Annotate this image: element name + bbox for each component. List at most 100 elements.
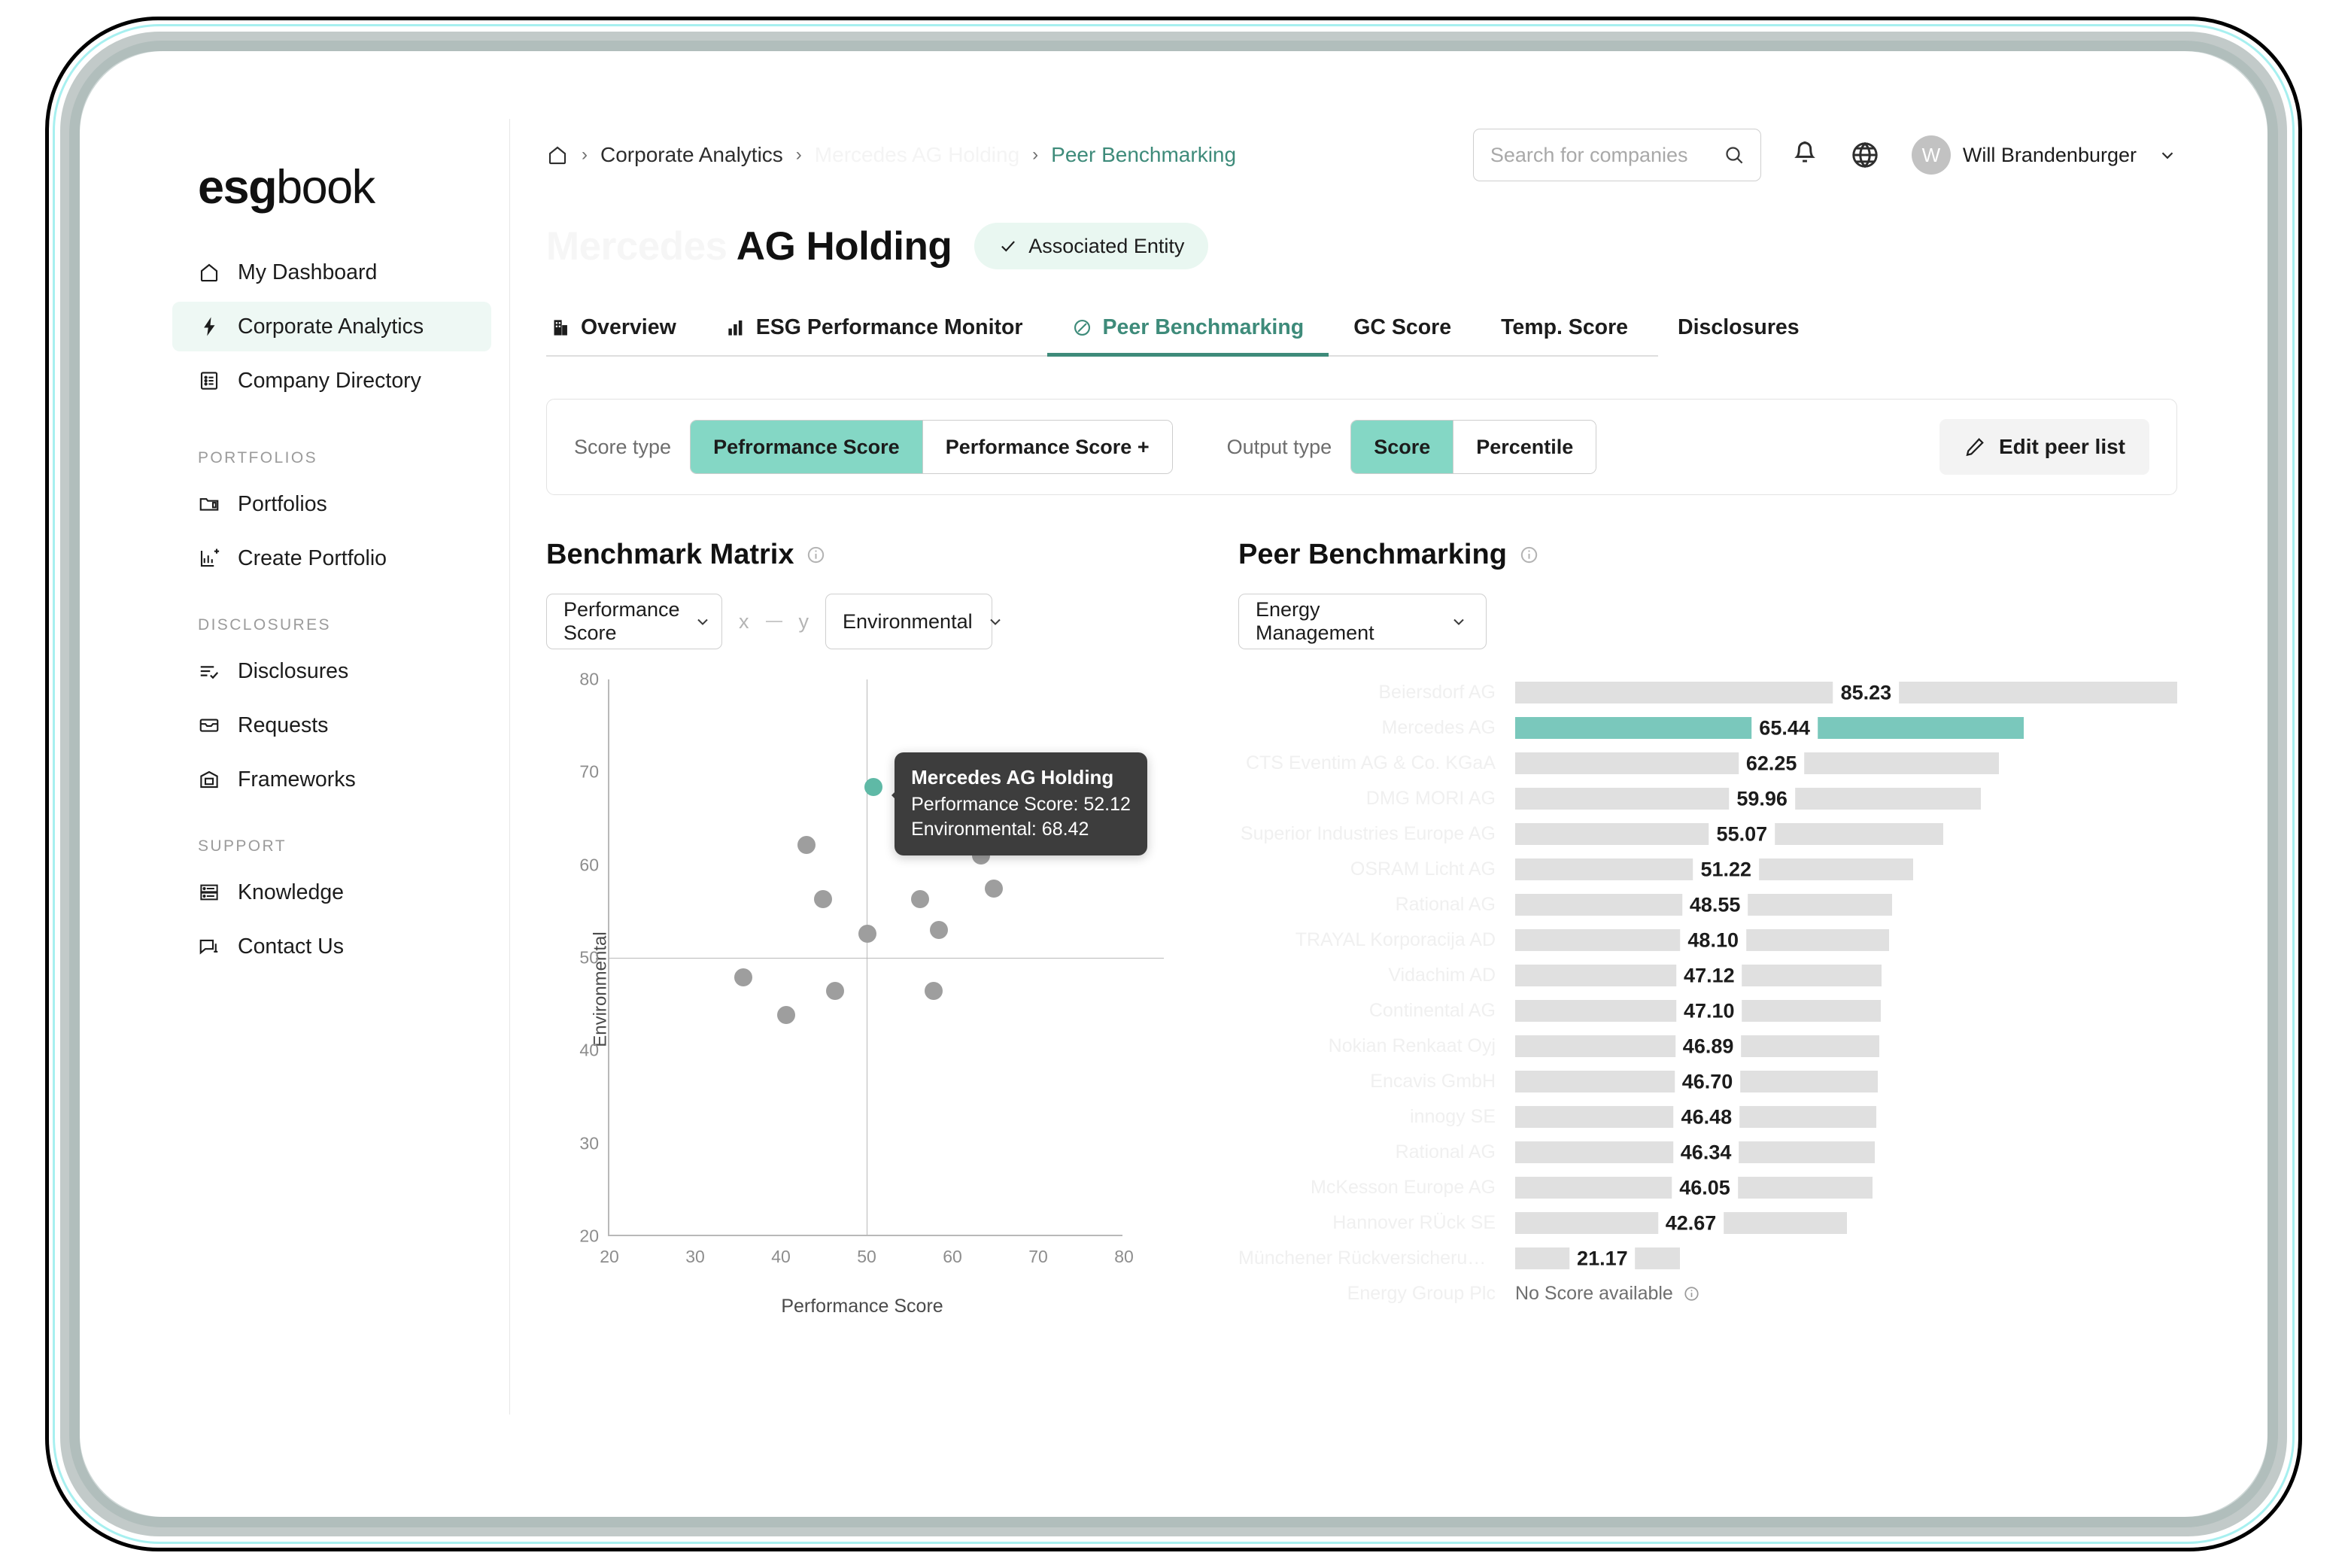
edit-peer-list-button[interactable]: Edit peer list — [1939, 419, 2149, 475]
scatter-point[interactable] — [734, 968, 752, 986]
output-type-option-percentile[interactable]: Percentile — [1453, 421, 1596, 473]
main-area: › Corporate Analytics › Mercedes AG Hold… — [510, 119, 2212, 1415]
peer-bar-row[interactable]: Vidachim AD 47.12 — [1238, 958, 2177, 993]
peer-bar-value: 47.10 — [1675, 999, 1742, 1023]
scatter-point[interactable] — [924, 982, 943, 1001]
scatter-x-tick: 70 — [1028, 1247, 1048, 1266]
peer-bar-name: Superior Industries Europe AG — [1240, 823, 1496, 844]
sidebar-item-portfolios[interactable]: Portfolios — [172, 479, 491, 529]
avatar[interactable]: W — [1911, 135, 1951, 175]
tab-temp-score[interactable]: Temp. Score — [1476, 315, 1653, 355]
home-icon[interactable] — [546, 144, 569, 166]
search-icon[interactable] — [1723, 144, 1745, 166]
score-type-option-performance-score[interactable]: Pefrormance Score — [691, 421, 923, 473]
x-axis-select-value: Performance Score — [563, 598, 680, 644]
score-type-option-performance-score-plus[interactable]: Performance Score + — [922, 421, 1172, 473]
scatter-point-highlighted[interactable] — [864, 777, 883, 796]
tooltip-line-2: Environmental: 68.42 — [911, 819, 1089, 840]
info-icon[interactable] — [1683, 1285, 1700, 1302]
scatter-point[interactable] — [813, 890, 832, 909]
status-badge: Associated Entity — [974, 223, 1209, 269]
scatter-point[interactable] — [910, 890, 929, 909]
peer-bar-row[interactable]: Encavis GmbH 46.70 — [1238, 1064, 2177, 1099]
peer-bar-row[interactable]: Hannover RÜck SE 42.67 — [1238, 1205, 2177, 1241]
peer-metric-select[interactable]: Energy Management — [1238, 594, 1487, 649]
sidebar-item-my-dashboard[interactable]: My Dashboard — [172, 248, 491, 297]
envelope-icon — [199, 719, 219, 732]
sidebar-item-create-portfolio[interactable]: Create Portfolio — [172, 533, 491, 583]
peer-bar-value: 46.05 — [1672, 1176, 1738, 1199]
app-logo[interactable]: esgbook — [198, 164, 509, 211]
peer-bar-track: 85.23 — [1515, 681, 2177, 704]
peer-bar-row[interactable]: OSRAM Licht AG 51.22 — [1238, 852, 2177, 887]
scatter-point[interactable] — [984, 879, 1003, 898]
tab-bar: Overview ESG Performance Monitor Peer Be… — [546, 301, 1800, 357]
peer-bar-track: 46.70 — [1515, 1070, 2177, 1093]
peer-bar-row[interactable]: Beiersdorf AG 85.23 — [1238, 675, 2177, 710]
peer-bar-row[interactable]: Superior Industries Europe AG 55.07 — [1238, 816, 2177, 852]
y-axis-select[interactable]: Environmental — [825, 594, 1001, 649]
tab-esg-performance-monitor[interactable]: ESG Performance Monitor — [701, 315, 1048, 355]
peer-bar-row[interactable]: innogy SE 46.48 — [1238, 1099, 2177, 1135]
peer-bar-row[interactable]: McKesson Europe AG 46.05 — [1238, 1170, 2177, 1205]
peer-bar-value: 59.96 — [1729, 787, 1795, 810]
tab-gc-score[interactable]: GC Score — [1329, 315, 1476, 355]
breadcrumb-item-peer-benchmarking[interactable]: Peer Benchmarking — [1051, 143, 1236, 167]
user-name[interactable]: Will Brandenburger — [1963, 144, 2137, 167]
tab-overview[interactable]: Overview — [546, 315, 701, 355]
peer-bar-row[interactable]: Energy Group Plc No Score available — [1238, 1276, 2177, 1311]
peer-bar-row[interactable]: Nokian Renkaat Oyj 46.89 — [1238, 1029, 2177, 1064]
bell-icon[interactable] — [1788, 138, 1821, 172]
scatter-x-tick: 30 — [685, 1247, 705, 1266]
scatter-point[interactable] — [797, 835, 816, 854]
peer-benchmarking-title-row: Peer Benchmarking — [1238, 539, 2177, 571]
peer-bar-row[interactable]: Continental AG 47.10 — [1238, 993, 2177, 1029]
sidebar-item-knowledge[interactable]: Knowledge — [172, 868, 491, 917]
peer-metric-select-value: Energy Management — [1256, 598, 1374, 644]
sidebar-item-contact-us[interactable]: Contact Us — [172, 922, 491, 971]
globe-icon[interactable] — [1848, 138, 1882, 172]
peer-bar-row[interactable]: Mercedes AG 65.44 — [1238, 710, 2177, 746]
search-input[interactable] — [1488, 142, 1715, 168]
peer-bar-row[interactable]: Münchener Rückversicherungs-Ge... 21.17 — [1238, 1241, 2177, 1276]
status-badge-label: Associated Entity — [1028, 234, 1185, 257]
peer-bar-value: 46.70 — [1674, 1070, 1741, 1093]
info-icon[interactable] — [1519, 545, 1539, 565]
x-axis-select[interactable]: Performance Score — [546, 594, 722, 649]
peer-bar-row[interactable]: Rational AG 48.55 — [1238, 887, 2177, 922]
info-icon[interactable] — [806, 545, 826, 565]
sidebar-item-frameworks[interactable]: Frameworks — [172, 755, 491, 804]
scatter-point[interactable] — [858, 924, 877, 943]
score-type-toggle: Pefrormance Score Performance Score + — [690, 420, 1173, 474]
sidebar-item-disclosures[interactable]: Disclosures — [172, 646, 491, 696]
scatter-y-tick: 20 — [579, 1226, 599, 1246]
tab-peer-benchmarking[interactable]: Peer Benchmarking — [1047, 315, 1329, 357]
tab-disclosures[interactable]: Disclosures — [1653, 315, 1824, 355]
breadcrumb-item-corporate-analytics[interactable]: Corporate Analytics — [600, 143, 783, 167]
tooltip-title: Mercedes AG Holding — [911, 765, 1114, 789]
benchmark-matrix-title-row: Benchmark Matrix — [546, 539, 1178, 571]
chevron-down-icon[interactable] — [2158, 145, 2177, 165]
peer-bar-row[interactable]: Rational AG 46.34 — [1238, 1135, 2177, 1170]
peer-bar-track: 65.44 — [1515, 716, 2177, 740]
sidebar-item-requests[interactable]: Requests — [172, 700, 491, 750]
peer-bar-list: Beiersdorf AG 85.23 Mercedes AG 65.44 CTS Ev… — [1238, 675, 2177, 1311]
peer-bar-row[interactable]: TRAYAL Korporacija AD 48.10 — [1238, 922, 2177, 958]
scatter-plot-area: 20 30 40 50 60 70 80 20 30 40 50 60 70 80 Mercedes AG … — [579, 670, 1164, 1266]
breadcrumb-item-company[interactable]: Mercedes AG Holding — [815, 143, 1019, 167]
search-box[interactable] — [1472, 129, 1761, 181]
chevron-down-icon — [989, 618, 1001, 625]
peer-bar-row[interactable]: CTS Eventim AG & Co. KGaA 62.25 — [1238, 746, 2177, 781]
peer-bar-row[interactable]: DMG MORI AG 59.96 — [1238, 781, 2177, 816]
frame-icon — [200, 770, 218, 789]
breadcrumb-separator: › — [582, 144, 588, 165]
sidebar-item-company-directory[interactable]: Company Directory — [172, 356, 491, 406]
page-title-faint: Mercedes — [546, 223, 727, 269]
scatter-point[interactable] — [825, 982, 844, 1001]
peer-bar-name: Münchener Rückversicherungs-Ge... — [1238, 1247, 1515, 1269]
chevron-down-icon — [1453, 618, 1464, 625]
scatter-point[interactable] — [776, 1006, 795, 1025]
sidebar-item-corporate-analytics[interactable]: Corporate Analytics — [172, 302, 491, 351]
output-type-option-score[interactable]: Score — [1351, 421, 1454, 473]
scatter-point[interactable] — [929, 921, 948, 939]
